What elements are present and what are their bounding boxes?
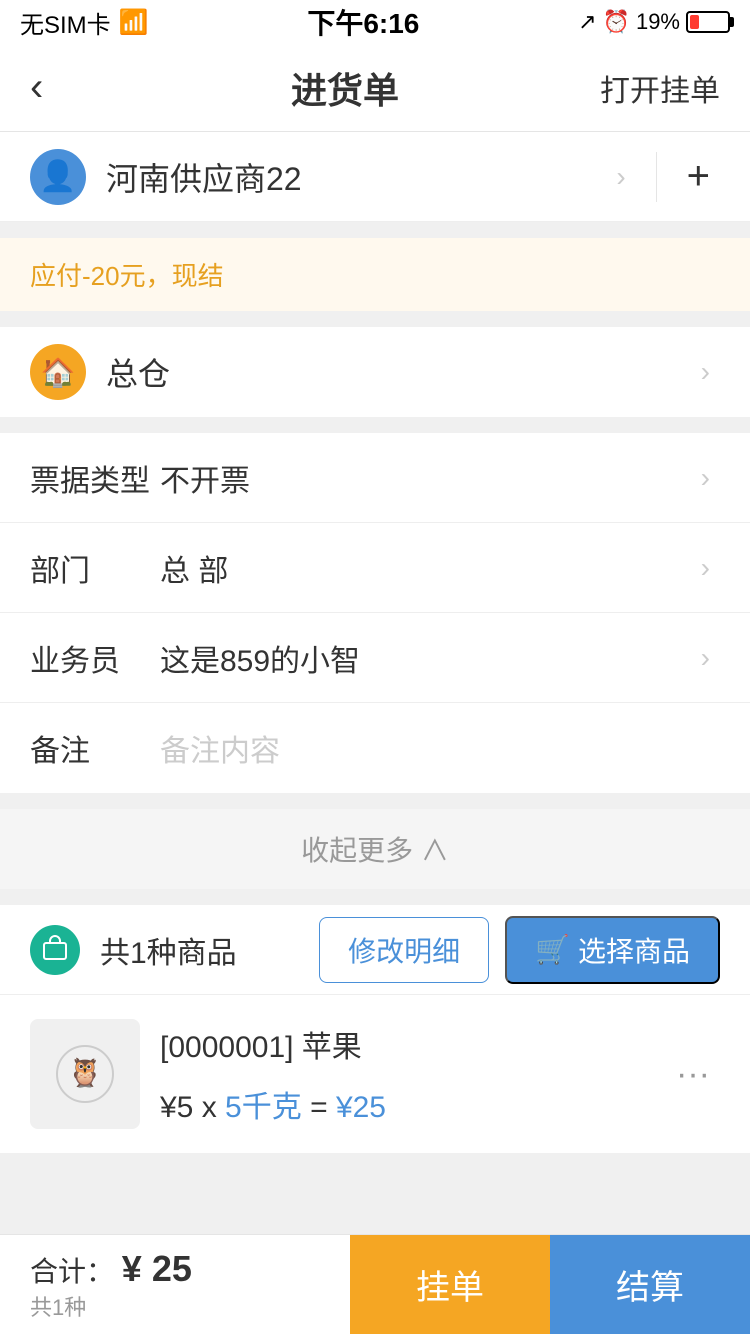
invoice-row[interactable]: 票据类型 不开票 › [0,433,750,523]
equals: = [310,1091,336,1124]
chevron-right-icon: › [701,642,710,674]
warehouse-icon: 🏠 [30,344,86,400]
carrier-text: 无SIM卡 [20,5,111,40]
total-area: 合计： ¥ 25 共1种 [0,1248,350,1322]
battery-percentage: 19% [636,9,680,35]
status-left: 无SIM卡 📶 [20,5,149,40]
svg-text:🦉: 🦉 [68,1057,103,1089]
status-right: ↗ ⏰ 19% [578,9,730,35]
chevron-right-icon: › [701,552,710,584]
hang-button[interactable]: 挂单 [350,1235,550,1334]
form-section: 票据类型 不开票 › 部门 总 部 › 业务员 这是859的小智 › 备注 备注… [0,433,750,793]
location-icon: ↗ [578,9,596,35]
product-title: 苹果 [302,1031,362,1064]
product-more-button[interactable]: ··· [666,1045,720,1104]
remark-label: 备注 [30,726,160,770]
supplier-row[interactable]: 👤 河南供应商22 › + [0,132,750,222]
product-thumbnail: 🦉 [30,1019,140,1129]
nav-bar: ‹ 进货单 打开挂单 [0,44,750,132]
status-bar: 无SIM卡 📶 下午6:16 ↗ ⏰ 19% [0,0,750,44]
user-icon: 👤 [39,159,76,194]
total-sub: 共1种 [30,1290,320,1322]
divider [656,152,657,202]
notice-bar: 应付-20元，现结 [0,238,750,311]
supplier-section: 👤 河南供应商22 › + [0,132,750,222]
chevron-right-icon: › [701,462,710,494]
department-label: 部门 [30,546,160,590]
product-count-label: 共1种商品 [100,928,319,972]
wifi-icon: 📶 [119,8,149,37]
supplier-avatar: 👤 [30,149,86,205]
product-count-icon [30,925,80,975]
select-product-label: 选择商品 [578,930,690,970]
remark-row[interactable]: 备注 备注内容 [0,703,750,793]
chevron-right-icon: › [616,161,625,193]
warehouse-row[interactable]: 🏠 总仓 › [0,327,750,417]
warehouse-name: 总仓 [106,349,701,395]
bottom-bar: 合计： ¥ 25 共1种 挂单 结算 [0,1234,750,1334]
page-title: 进货单 [291,62,399,114]
checkout-button[interactable]: 结算 [550,1235,750,1334]
edit-detail-button[interactable]: 修改明细 [319,917,489,983]
select-product-button[interactable]: 🛒 选择商品 [505,916,720,984]
product-item: 🦉 [0000001] 苹果 ¥5 x 5千克 = ¥25 ··· [0,995,750,1153]
invoice-value: 不开票 [160,456,701,500]
salesman-row[interactable]: 业务员 这是859的小智 › [0,613,750,703]
alarm-icon: ⏰ [603,9,630,35]
product-name: [0000001] 苹果 [160,1022,666,1066]
battery-icon [686,11,730,33]
total-price: ¥25 [336,1091,386,1124]
supplier-name: 河南供应商22 [106,154,616,200]
product-section: 共1种商品 修改明细 🛒 选择商品 🦉 [0000001] 苹果 [0,905,750,1153]
time-display: 下午6:16 [307,2,419,42]
content-area: 👤 河南供应商22 › + 应付-20元，现结 🏠 总仓 › 票据类型 不开票 … [0,132,750,1153]
warehouse-section: 🏠 总仓 › [0,327,750,417]
product-info: [0000001] 苹果 ¥5 x 5千克 = ¥25 [160,1022,666,1126]
product-header: 共1种商品 修改明细 🛒 选择商品 [0,905,750,995]
add-supplier-button[interactable]: + [677,144,720,209]
select-product-icon: 🛒 [535,933,570,966]
total-label: 合计： [30,1256,114,1287]
back-button[interactable]: ‹ [30,65,90,110]
remark-input[interactable]: 备注内容 [160,726,720,770]
collapse-label: 收起更多 ∧ [301,829,449,869]
department-value: 总 部 [160,546,701,590]
collapse-button[interactable]: 收起更多 ∧ [0,809,750,889]
department-row[interactable]: 部门 总 部 › [0,523,750,613]
unit-price: ¥5 x [160,1091,225,1124]
open-hang-button[interactable]: 打开挂单 [600,66,720,110]
product-price-row: ¥5 x 5千克 = ¥25 [160,1082,666,1126]
battery-fill [690,15,699,29]
chevron-right-icon: › [701,356,710,388]
salesman-value: 这是859的小智 [160,636,701,680]
total-label-row: 合计： ¥ 25 [30,1248,320,1290]
product-code: [0000001] [160,1031,302,1064]
invoice-label: 票据类型 [30,456,160,500]
total-amount: ¥ 25 [122,1248,192,1289]
salesman-label: 业务员 [30,636,160,680]
quantity: 5千克 [225,1091,302,1124]
